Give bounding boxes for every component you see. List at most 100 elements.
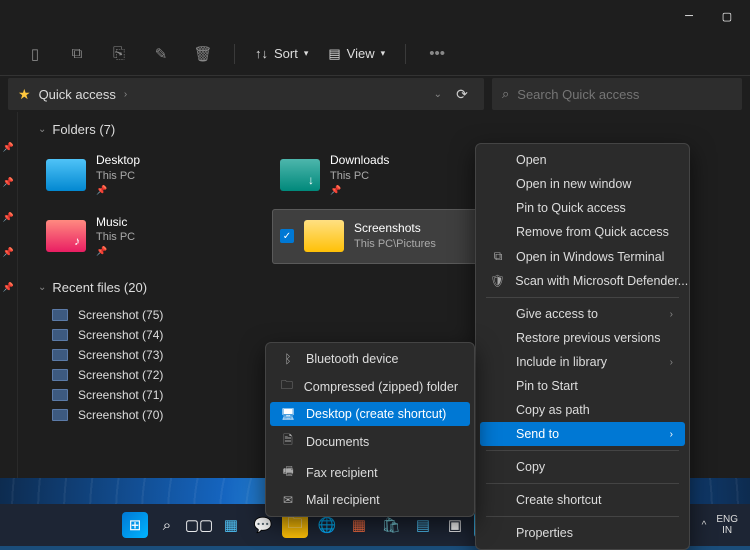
menu-label: Scan with Microsoft Defender... [515, 274, 688, 288]
rename-icon[interactable]: ✎ [150, 43, 172, 65]
folder-icon [46, 159, 86, 191]
widgets-button[interactable]: ▦ [218, 512, 244, 538]
menu-item[interactable]: Copy [480, 455, 685, 479]
context-menu: Open Open in new window Pin to Quick acces… [475, 143, 690, 550]
folder-location: This PC\Pictures [354, 237, 436, 251]
minimize-button[interactable]: ─ [682, 9, 696, 23]
menu-separator [486, 516, 679, 517]
command-bar: ▯ ⧉ ⎘ ✎ 🗑 ↑↓Sort▾ ▤View▾ ••• [0, 32, 750, 76]
menu-item[interactable]: Send to› [480, 422, 685, 446]
menu-label: Documents [306, 435, 369, 449]
menu-icon: 🖥 [280, 407, 296, 421]
folder-name: Desktop [96, 153, 140, 169]
folder-item[interactable]: DesktopThis PC 📌 [38, 147, 262, 203]
system-tray[interactable]: ^ ENGIN [702, 514, 738, 536]
file-name: Screenshot (75) [78, 308, 516, 322]
view-button[interactable]: ▤View▾ [328, 46, 385, 62]
pin-icon: 📌 [330, 185, 389, 197]
menu-item[interactable]: 🗎 Documents [270, 426, 470, 457]
folder-location: This PC [96, 169, 140, 183]
menu-icon: 🗀 [280, 376, 294, 397]
copy-icon[interactable]: ⧉ [66, 43, 88, 65]
menu-label: Desktop (create shortcut) [306, 407, 446, 421]
start-button[interactable]: ⊞ [122, 512, 148, 538]
menu-item[interactable]: Open [480, 148, 685, 172]
menu-label: Fax recipient [306, 466, 378, 480]
paste-icon[interactable]: ⎘ [108, 43, 130, 65]
menu-item[interactable]: 🛡Scan with Microsoft Defender... [480, 269, 685, 293]
folder-icon: ↓ [280, 159, 320, 191]
menu-separator [486, 483, 679, 484]
address-row: ★ Quick access › ⌄ ⟳ ⌕ [0, 76, 750, 112]
folder-location: This PC [96, 230, 135, 244]
sort-button[interactable]: ↑↓Sort▾ [255, 46, 308, 61]
menu-item[interactable]: Include in library› [480, 350, 685, 374]
menu-item[interactable]: Copy as path [480, 398, 685, 422]
menu-icon: ⧉ [490, 249, 506, 264]
menu-label: Open in Windows Terminal [516, 250, 664, 264]
delete-icon[interactable]: 🗑 [192, 43, 214, 65]
titlebar: ─ ▢ [0, 0, 750, 32]
chevron-right-icon: › [124, 89, 127, 100]
menu-icon: ✉ [280, 493, 296, 507]
menu-label: Restore previous versions [516, 331, 661, 345]
menu-item[interactable]: ✉Mail recipient [270, 488, 470, 512]
menu-item[interactable]: Properties [480, 521, 685, 545]
menu-label: Open [516, 153, 547, 167]
image-icon [52, 329, 68, 341]
menu-item[interactable]: Create shortcut [480, 488, 685, 512]
folder-item[interactable]: ↓DownloadsThis PC📌 [272, 147, 496, 203]
menu-item[interactable]: Remove from Quick access [480, 220, 685, 244]
menu-icon: 🗎 [280, 431, 296, 452]
maximize-button[interactable]: ▢ [720, 9, 734, 23]
menu-label: Pin to Start [516, 379, 578, 393]
pin-icon[interactable]: 📌 [3, 282, 14, 293]
search-button[interactable]: ⌕ [154, 512, 180, 538]
menu-separator [486, 297, 679, 298]
breadcrumb[interactable]: ★ Quick access › ⌄ ⟳ [8, 78, 484, 110]
menu-item[interactable]: Pin to Start [480, 374, 685, 398]
caret-down-icon: ⌄ [38, 124, 46, 135]
folders-header[interactable]: ⌄ Folders (7) [38, 122, 730, 137]
menu-label: Compressed (zipped) folder [304, 380, 458, 394]
folder-icon [304, 220, 344, 252]
menu-icon: 🖷 [280, 462, 296, 483]
pin-icon[interactable]: 📌 [3, 177, 14, 188]
menu-item[interactable]: 🖥 Desktop (create shortcut) [270, 402, 470, 426]
menu-label: Bluetooth device [306, 352, 398, 366]
taskview-button[interactable]: ▢▢ [186, 512, 212, 538]
menu-item[interactable]: ⧉ Open in Windows Terminal [480, 244, 685, 269]
folder-name: Music [96, 215, 135, 231]
pin-icon[interactable]: 📌 [3, 142, 14, 153]
image-icon [52, 369, 68, 381]
menu-item[interactable]: 🖷 Fax recipient [270, 457, 470, 488]
menu-item[interactable]: 🗀 Compressed (zipped) folder [270, 371, 470, 402]
chevron-right-icon: › [670, 309, 673, 320]
pin-icon[interactable]: 📌 [3, 247, 14, 258]
chevron-right-icon: › [670, 429, 673, 440]
chevron-down-icon[interactable]: ⌄ [434, 89, 442, 100]
menu-label: Include in library [516, 355, 607, 369]
folder-item[interactable]: ✓ScreenshotsThis PC\Pictures [272, 209, 496, 265]
menu-item[interactable]: Open in new window [480, 172, 685, 196]
menu-item[interactable]: Pin to Quick access [480, 196, 685, 220]
refresh-icon[interactable]: ⟳ [450, 86, 474, 103]
sendto-submenu: ᛒBluetooth device 🗀 Compressed (zipped) fo… [265, 342, 475, 517]
new-icon[interactable]: ▯ [24, 43, 46, 65]
menu-label: Give access to [516, 307, 598, 321]
menu-item[interactable]: Give access to › [480, 302, 685, 326]
pin-icon[interactable]: 📌 [3, 212, 14, 223]
search-box[interactable]: ⌕ [492, 78, 742, 110]
more-icon[interactable]: ••• [426, 43, 448, 65]
folder-name: Screenshots [354, 221, 436, 237]
folder-item[interactable]: ♪MusicThis PC📌 [38, 209, 262, 265]
tray-chevron-icon[interactable]: ^ [702, 520, 707, 531]
image-icon [52, 389, 68, 401]
pin-icon: 📌 [96, 185, 140, 197]
menu-label: Open in new window [516, 177, 631, 191]
menu-item[interactable]: ᛒBluetooth device [270, 347, 470, 371]
menu-label: Create shortcut [516, 493, 601, 507]
pin-icon: 📌 [96, 246, 135, 258]
search-input[interactable] [517, 87, 732, 102]
menu-item[interactable]: Restore previous versions [480, 326, 685, 350]
